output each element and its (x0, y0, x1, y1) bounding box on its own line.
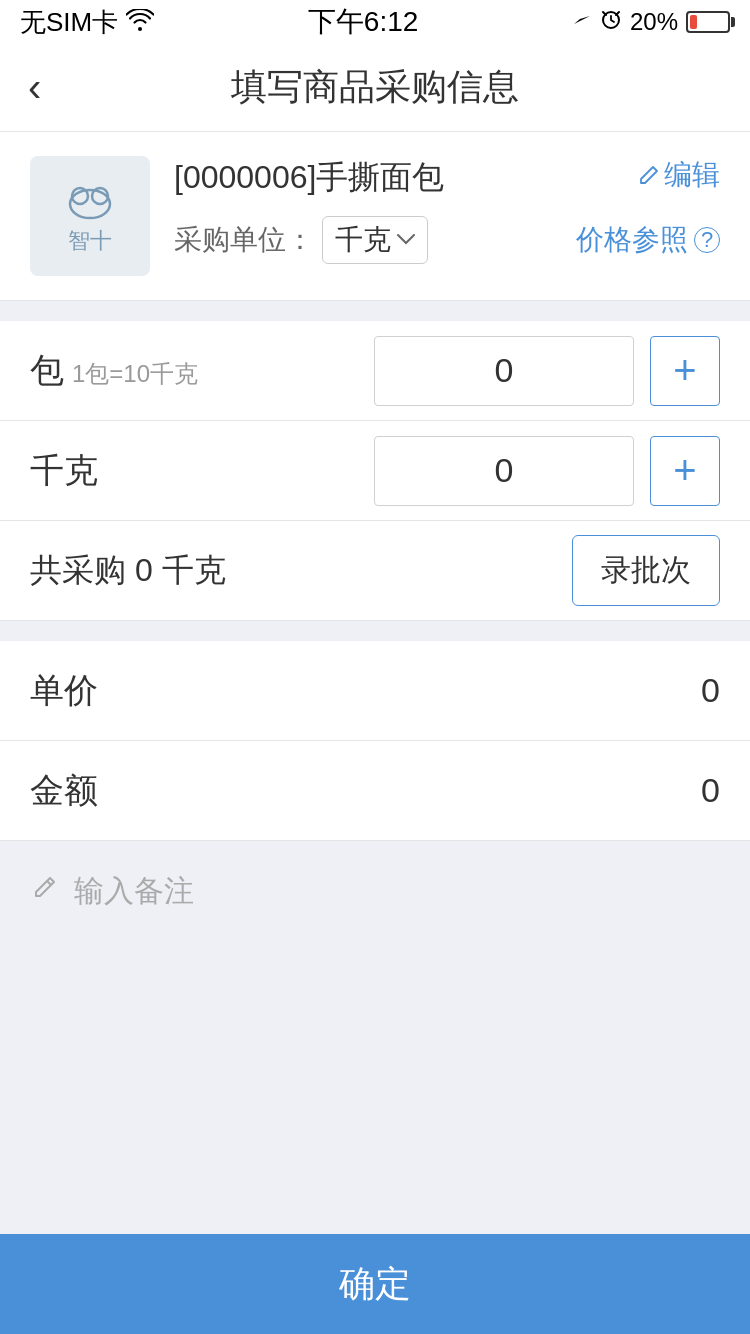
batch-button[interactable]: 录批次 (572, 535, 720, 606)
unit-price-label: 单价 (30, 668, 98, 714)
unit-label-text: 采购单位： (174, 221, 314, 259)
section-divider-2 (0, 621, 750, 641)
kg-input-right: + (150, 436, 720, 506)
edit-button[interactable]: 编辑 (638, 156, 720, 194)
kg-plus-button[interactable]: + (650, 436, 720, 506)
product-header: [0000006]手撕面包 编辑 (174, 156, 720, 200)
kg-qty-input[interactable] (374, 436, 634, 506)
bao-qty-input[interactable] (374, 336, 634, 406)
confirm-button-label: 确定 (339, 1260, 411, 1309)
kg-input-row: 千克 + (0, 421, 750, 521)
summary-text: 共采购 0 千克 (30, 549, 572, 593)
status-time: 下午6:12 (308, 3, 419, 41)
page-title: 填写商品采购信息 (231, 63, 519, 112)
bao-sublabel: 1包=10千克 (72, 360, 198, 387)
help-icon: ? (694, 227, 720, 253)
product-image: 智十 (30, 156, 150, 276)
confirm-button[interactable]: 确定 (0, 1234, 750, 1334)
remark-placeholder[interactable]: 输入备注 (74, 871, 194, 912)
wifi-icon (126, 7, 154, 38)
pencil-icon (30, 874, 58, 909)
carrier-text: 无SIM卡 (20, 5, 118, 40)
battery-icon (686, 11, 730, 33)
product-card: 智十 [0000006]手撕面包 编辑 采购单位： 千克 (0, 132, 750, 301)
unit-price-value: 0 (701, 671, 720, 710)
product-image-label: 智十 (68, 226, 112, 256)
nav-bar: ‹ 填写商品采购信息 (0, 44, 750, 132)
input-section: 包1包=10千克 + 千克 + (0, 321, 750, 521)
status-right: 20% (572, 8, 730, 36)
summary-row: 共采购 0 千克 录批次 (0, 521, 750, 621)
product-name: [0000006]手撕面包 (174, 156, 444, 200)
kg-label: 千克 (30, 448, 150, 494)
price-section: 单价 0 金额 0 (0, 641, 750, 841)
amount-row: 金额 0 (0, 741, 750, 841)
location-icon (572, 8, 592, 36)
bao-plus-button[interactable]: + (650, 336, 720, 406)
product-info: [0000006]手撕面包 编辑 采购单位： 千克 价格参照 (174, 156, 720, 264)
bao-label: 包1包=10千克 (30, 348, 198, 394)
unit-select[interactable]: 千克 (322, 216, 428, 264)
remark-section[interactable]: 输入备注 (0, 841, 750, 941)
battery-percentage: 20% (630, 8, 678, 36)
alarm-icon (600, 8, 622, 36)
status-bar: 无SIM卡 下午6:12 20% (0, 0, 750, 44)
product-unit-row: 采购单位： 千克 价格参照 ? (174, 216, 720, 264)
bao-input-row: 包1包=10千克 + (0, 321, 750, 421)
unit-price-row: 单价 0 (0, 641, 750, 741)
amount-label: 金额 (30, 768, 98, 814)
price-ref-button[interactable]: 价格参照 ? (576, 221, 720, 259)
bao-input-right: + (198, 336, 720, 406)
status-left: 无SIM卡 (20, 5, 154, 40)
amount-value: 0 (701, 771, 720, 810)
section-divider-1 (0, 301, 750, 321)
back-button[interactable]: ‹ (28, 65, 41, 110)
